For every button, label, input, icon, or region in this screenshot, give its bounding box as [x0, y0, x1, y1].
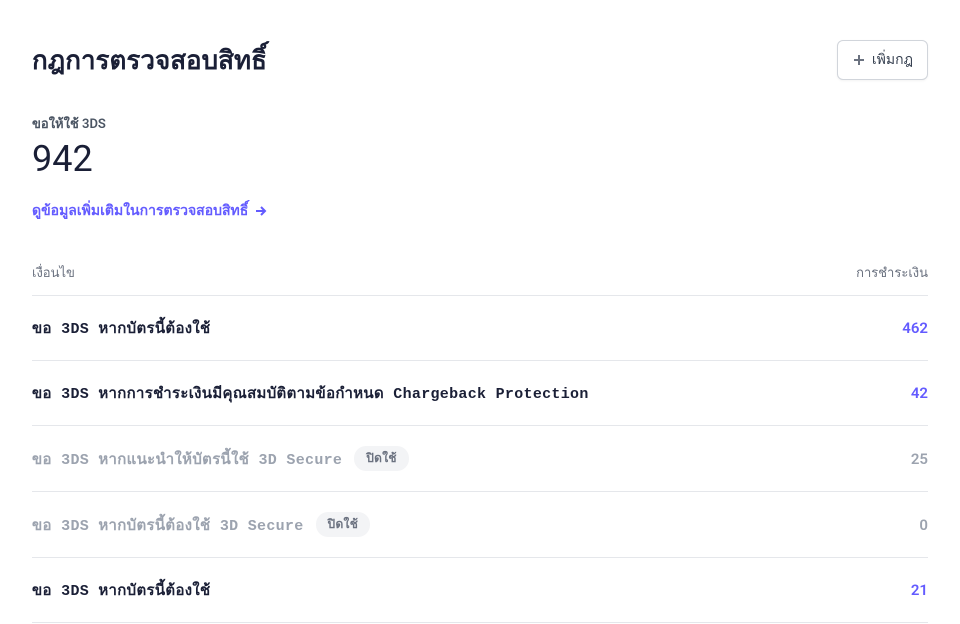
row-condition: ขอ 3DS หากการชำระเงินมีคุณสมบัติตามข้อกำ…	[32, 381, 589, 405]
table-body: ขอ 3DS หากบัตรนี้ต้องใช้ 462 ขอ 3DS หากการ…	[32, 296, 928, 623]
row-condition: ขอ 3DS หากแนะนำให้บัตรนี้ใช้ 3D Secure ปิ…	[32, 446, 409, 471]
table-row[interactable]: ขอ 3DS หากบัตรนี้ต้องใช้ 462	[32, 296, 928, 361]
condition-text: ขอ 3DS หากการชำระเงินมีคุณสมบัติตามข้อกำ…	[32, 381, 589, 405]
row-value: 21	[911, 581, 928, 599]
row-condition: ขอ 3DS หากบัตรนี้ต้องใช้	[32, 578, 211, 602]
table-row[interactable]: ขอ 3DS หากบัตรนี้ต้องใช้ 21	[32, 558, 928, 623]
page-title: กฎการตรวจสอบสิทธิ์	[32, 40, 267, 81]
table-row[interactable]: ขอ 3DS หากการชำระเงินมีคุณสมบัติตามข้อกำ…	[32, 361, 928, 426]
condition-text: ขอ 3DS หากบัตรนี้ต้องใช้	[32, 316, 211, 340]
table-row[interactable]: ขอ 3DS หากบัตรนี้ต้องใช้ 3D Secure ปิดใช้…	[32, 492, 928, 558]
table-header: เงื่อนไข การชำระเงิน	[32, 262, 928, 296]
column-condition: เงื่อนไข	[32, 262, 75, 283]
row-value: 0	[919, 516, 928, 534]
rules-table: เงื่อนไข การชำระเงิน ขอ 3DS หากบัตรนี้ต้…	[32, 262, 928, 623]
stat-value: 942	[32, 138, 928, 180]
more-info-link[interactable]: ดูข้อมูลเพิ่มเติมในการตรวจสอบสิทธิ์	[32, 200, 268, 222]
condition-text: ขอ 3DS หากแนะนำให้บัตรนี้ใช้ 3D Secure	[32, 447, 342, 471]
plus-icon	[852, 53, 866, 67]
disabled-badge: ปิดใช้	[316, 512, 371, 537]
arrow-right-icon	[254, 204, 268, 218]
condition-text: ขอ 3DS หากบัตรนี้ต้องใช้ 3D Secure	[32, 513, 304, 537]
page-header: กฎการตรวจสอบสิทธิ์ เพิ่มกฎ	[32, 40, 928, 81]
row-value: 25	[911, 450, 928, 468]
more-link-label: ดูข้อมูลเพิ่มเติมในการตรวจสอบสิทธิ์	[32, 200, 248, 222]
table-row[interactable]: ขอ 3DS หากแนะนำให้บัตรนี้ใช้ 3D Secure ปิ…	[32, 426, 928, 492]
condition-text: ขอ 3DS หากบัตรนี้ต้องใช้	[32, 578, 211, 602]
add-button-label: เพิ่มกฎ	[872, 49, 913, 71]
row-value: 42	[911, 384, 928, 402]
disabled-badge: ปิดใช้	[354, 446, 409, 471]
add-rule-button[interactable]: เพิ่มกฎ	[837, 40, 928, 80]
stat-section: ขอให้ใช้ 3DS 942	[32, 113, 928, 180]
stat-label: ขอให้ใช้ 3DS	[32, 113, 928, 134]
row-condition: ขอ 3DS หากบัตรนี้ต้องใช้ 3D Secure ปิดใช้	[32, 512, 370, 537]
row-value: 462	[902, 319, 928, 337]
column-payments: การชำระเงิน	[856, 262, 928, 283]
row-condition: ขอ 3DS หากบัตรนี้ต้องใช้	[32, 316, 211, 340]
